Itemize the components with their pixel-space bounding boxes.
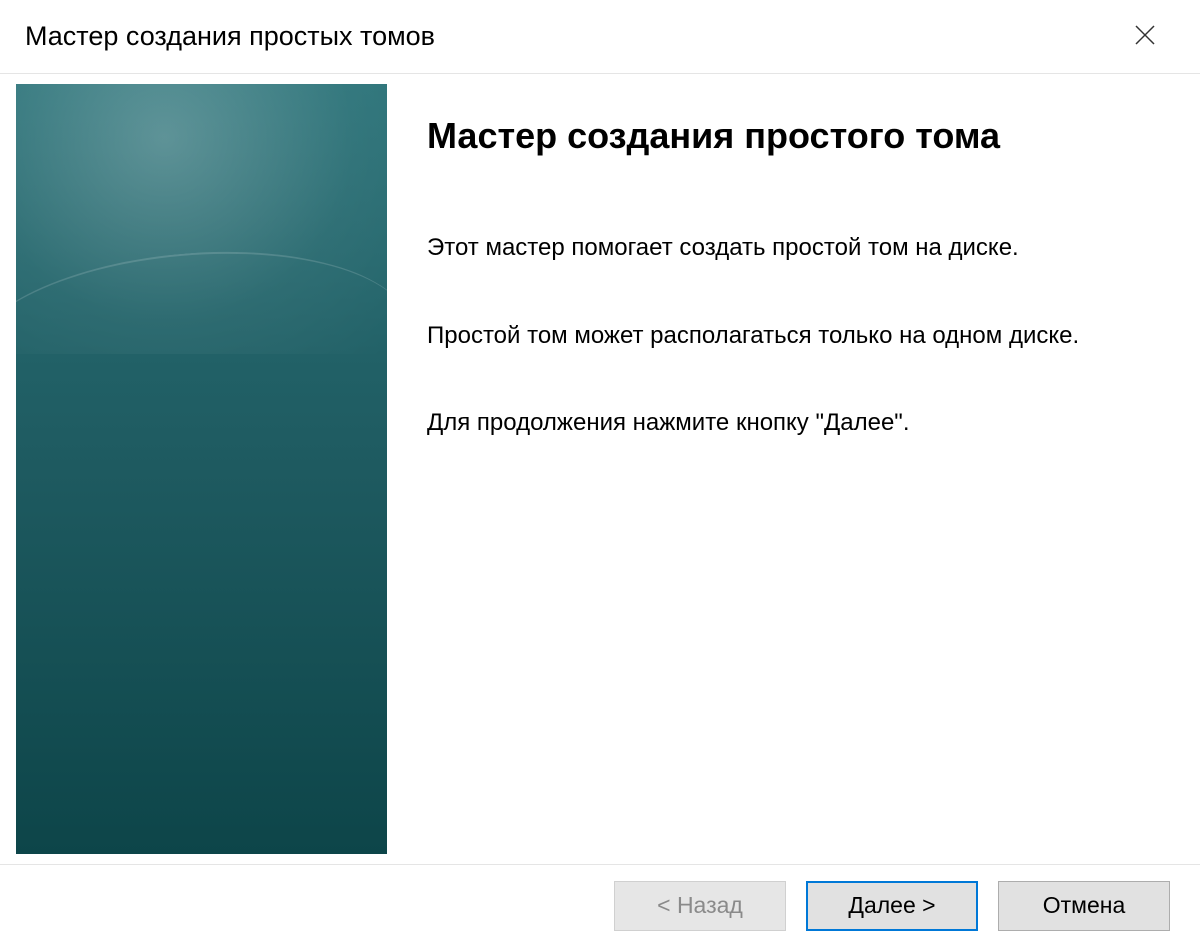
wizard-paragraph-1: Этот мастер помогает создать простой том… bbox=[427, 232, 1175, 264]
wizard-footer: < Назад Далее > Отмена bbox=[0, 864, 1200, 946]
back-button: < Назад bbox=[614, 881, 786, 931]
close-icon[interactable] bbox=[1120, 13, 1170, 61]
titlebar: Мастер создания простых томов bbox=[0, 0, 1200, 74]
wizard-paragraph-3: Для продолжения нажмите кнопку "Далее". bbox=[427, 407, 1175, 439]
wizard-banner bbox=[16, 84, 387, 854]
next-button[interactable]: Далее > bbox=[806, 881, 978, 931]
cancel-button[interactable]: Отмена bbox=[998, 881, 1170, 931]
wizard-content: Мастер создания простого тома Этот масте… bbox=[387, 84, 1175, 864]
wizard-body: Мастер создания простого тома Этот масте… bbox=[0, 74, 1200, 864]
wizard-window: Мастер создания простых томов Мастер соз… bbox=[0, 0, 1200, 946]
window-title: Мастер создания простых томов bbox=[25, 21, 435, 52]
wizard-heading: Мастер создания простого тома bbox=[427, 114, 1175, 157]
wizard-paragraph-2: Простой том может располагаться только н… bbox=[427, 320, 1175, 352]
